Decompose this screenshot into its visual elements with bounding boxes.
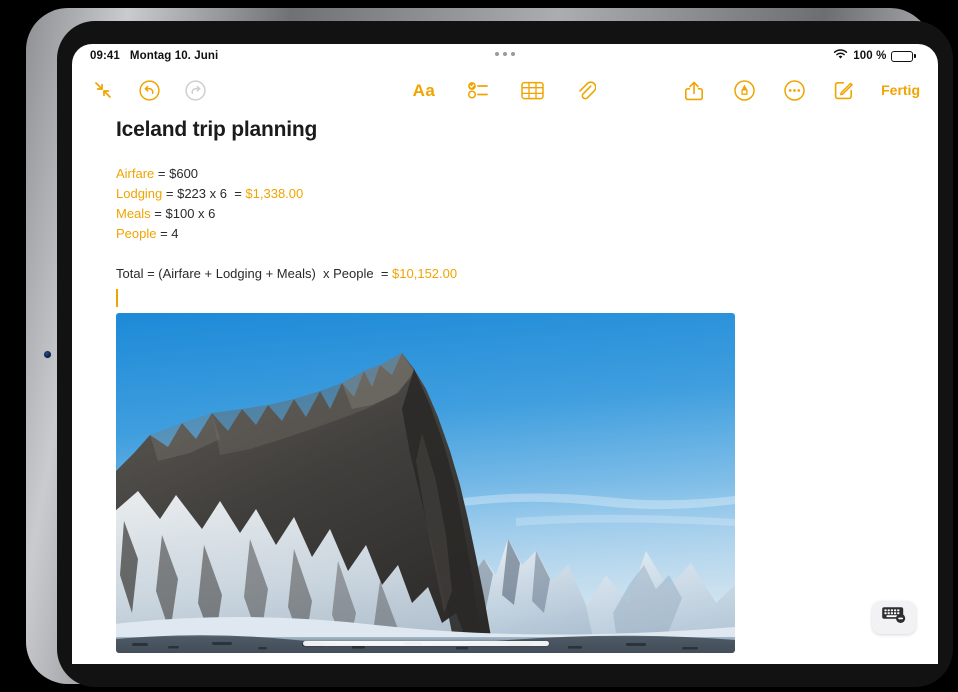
front-camera-icon	[44, 351, 51, 358]
token-meals: Meals	[116, 206, 151, 221]
note-line-lodging-amount: $1,338.00	[245, 186, 304, 201]
note-line-people-rest: = 4	[156, 226, 179, 241]
battery-percent-label: 100 %	[853, 50, 887, 62]
undo-icon	[138, 79, 161, 102]
aa-text-format-icon: Aa	[412, 80, 436, 100]
paperclip-icon	[576, 79, 596, 101]
token-airfare: Airfare	[116, 166, 155, 181]
share-button[interactable]	[679, 75, 709, 105]
toolbar-right-group: Fertig	[679, 75, 922, 105]
table-icon	[520, 81, 544, 100]
compose-pencil-square-icon	[833, 79, 855, 101]
status-bar-left: 09:41 Montag 10. Juni	[90, 50, 218, 62]
more-button[interactable]	[779, 75, 809, 105]
ellipsis-circle-icon	[783, 79, 806, 102]
note-line-people: People = 4	[116, 224, 908, 244]
markup-pen-circle-icon	[733, 79, 756, 102]
attachment-button[interactable]	[571, 75, 601, 105]
redo-button	[180, 75, 210, 105]
checklist-button[interactable]	[463, 75, 493, 105]
toolbar-center-group: Aa	[409, 75, 601, 105]
status-time: 09:41	[90, 50, 120, 62]
collapse-arrows-icon	[92, 79, 114, 101]
multitask-handle-icon[interactable]	[489, 48, 521, 60]
markup-button[interactable]	[729, 75, 759, 105]
redo-icon	[184, 79, 207, 102]
text-cursor	[116, 289, 118, 307]
note-attached-photo[interactable]	[116, 313, 735, 653]
note-line-meals-rest: = $100 x 6	[150, 206, 216, 221]
page-title: Iceland trip planning	[116, 118, 318, 141]
note-body[interactable]: Iceland trip planning Airfare = $600 Lod…	[72, 112, 938, 653]
note-line-total-amount: $10,152.00	[392, 266, 458, 281]
device-screen: 09:41 Montag 10. Juni 100 % Aa Fertig Ic…	[72, 44, 938, 664]
note-line-total: Total = (Airfare + Lodging + Meals) x Pe…	[116, 264, 908, 284]
done-button[interactable]: Fertig	[879, 80, 922, 100]
share-icon	[684, 79, 704, 102]
note-line-meals: Meals = $100 x 6	[116, 204, 908, 224]
battery-full-icon	[891, 50, 916, 62]
status-bar-right: 100 %	[833, 49, 916, 63]
note-line-total-text: Total = (Airfare + Lodging + Meals) x Pe…	[116, 266, 393, 281]
keyboard-dismiss-icon	[881, 605, 907, 630]
format-text-button[interactable]: Aa	[409, 75, 439, 105]
table-button[interactable]	[517, 75, 547, 105]
home-indicator[interactable]	[302, 641, 549, 646]
wifi-icon	[833, 49, 848, 63]
compose-button[interactable]	[829, 75, 859, 105]
note-line-lodging: Lodging = $223 x 6 = $1,338.00	[116, 184, 908, 204]
note-line-lodging-rest: = $223 x 6 =	[162, 186, 246, 201]
checklist-icon	[467, 80, 489, 100]
token-lodging: Lodging	[116, 186, 163, 201]
note-line-airfare: Airfare = $600	[116, 164, 908, 184]
status-bar: 09:41 Montag 10. Juni 100 %	[72, 44, 938, 68]
note-toolbar: Aa Fertig	[72, 68, 938, 112]
status-date: Montag 10. Juni	[129, 50, 219, 62]
tablet-device: 09:41 Montag 10. Juni 100 % Aa Fertig Ic…	[26, 8, 953, 687]
toolbar-left-group	[88, 75, 210, 105]
collapse-button[interactable]	[88, 75, 118, 105]
note-line-airfare-rest: = $600	[154, 166, 199, 181]
keyboard-dismiss-button[interactable]	[872, 601, 916, 634]
undo-button[interactable]	[134, 75, 164, 105]
token-people: People	[116, 226, 157, 241]
